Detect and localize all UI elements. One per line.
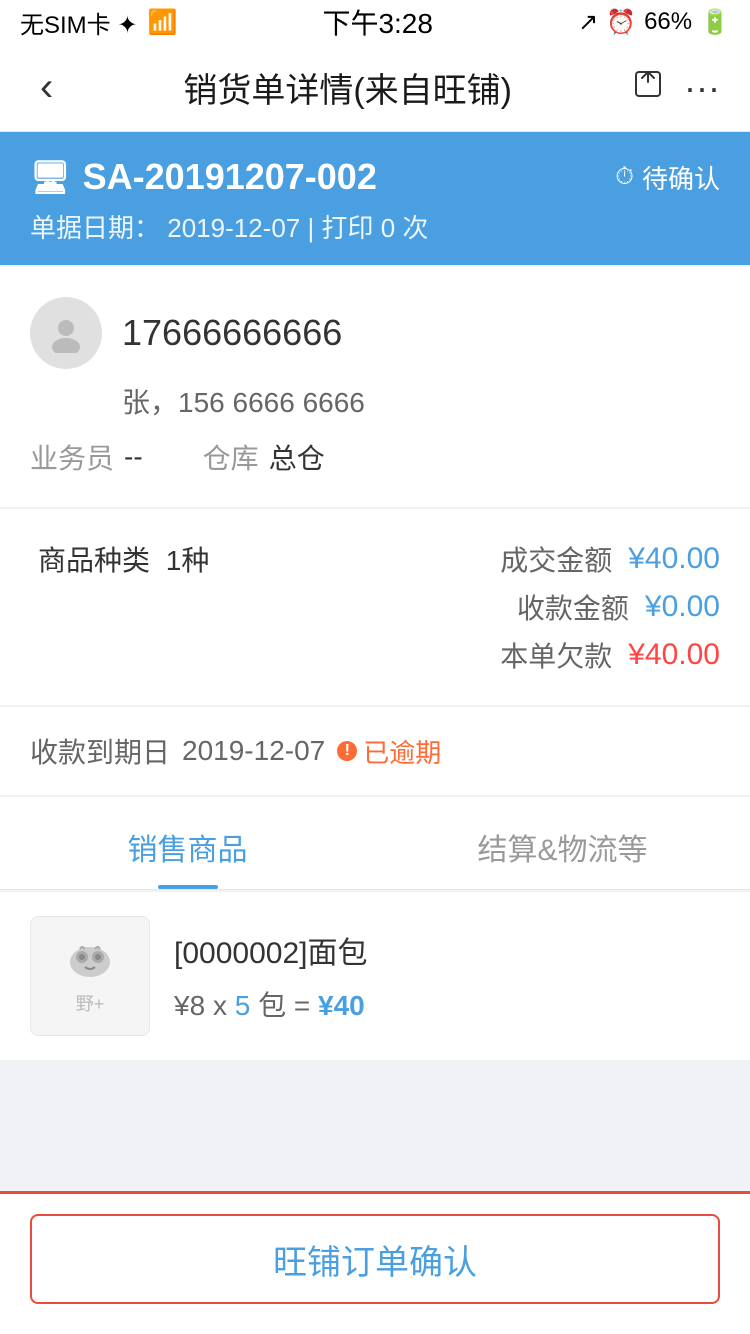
bottom-bar: 旺铺订单确认	[0, 1191, 750, 1334]
owed-amount-row: 本单欠款 ¥40.00	[500, 635, 720, 675]
order-status-text: 待确认	[642, 159, 720, 196]
customer-top: 17666666666	[30, 297, 720, 369]
salesperson-item: 业务员 --	[30, 437, 143, 477]
received-amount-row: 收款金额 ¥0.00	[517, 587, 720, 627]
overdue-dot-icon: !	[337, 741, 357, 761]
summary-right: 成交金额 ¥40.00 收款金额 ¥0.00 本单欠款 ¥40.00	[500, 539, 720, 675]
product-list: 野+ [0000002]面包 ¥8 x 5 包 = ¥40	[0, 892, 750, 1060]
tab-settlement[interactable]: 结算&物流等	[375, 797, 750, 889]
location-icon: ↗	[578, 8, 598, 37]
due-date-label: 收款到期日	[30, 731, 170, 771]
product-thumb-icon	[65, 937, 115, 986]
brand-label: 野+	[76, 990, 105, 1016]
avatar	[30, 297, 102, 369]
nav-actions: ···	[632, 67, 720, 109]
overdue-text: 已逾期	[363, 733, 441, 770]
product-types-item: 商品种类 1种	[30, 539, 209, 579]
warehouse-value: 总仓	[269, 437, 325, 477]
order-header-card: 🖥 SA-20191207-002 ⏱ 待确认 单据日期： 2019-12-07…	[0, 132, 750, 265]
due-date-value: 2019-12-07	[182, 735, 325, 767]
product-total: ¥40	[318, 990, 365, 1021]
status-right: ↗ ⏰ 66% 🔋	[578, 8, 730, 37]
summary-section: 商品种类 1种 成交金额 ¥40.00 收款金额 ¥0.00 本单欠款 ¥40.…	[0, 509, 750, 705]
owed-value: ¥40.00	[628, 638, 720, 672]
status-bar: 无SIM卡 ✦ 📶 下午3:28 ↗ ⏰ 66% 🔋	[0, 0, 750, 44]
product-name-text: 面包	[307, 937, 367, 970]
order-status-badge: ⏱ 待确认	[615, 159, 720, 196]
product-info: [0000002]面包 ¥8 x 5 包 = ¥40	[174, 928, 720, 1024]
order-id-text: SA-20191207-002	[83, 156, 377, 198]
tab-products[interactable]: 销售商品	[0, 797, 375, 889]
nav-bar: ‹ 销货单详情(来自旺铺) ···	[0, 44, 750, 132]
status-time: 下午3:28	[322, 2, 433, 42]
more-button[interactable]: ···	[684, 67, 720, 109]
order-id-icon: 🖥	[30, 158, 71, 196]
received-value: ¥0.00	[645, 590, 720, 624]
product-code: [0000002]	[174, 937, 307, 970]
table-row: 野+ [0000002]面包 ¥8 x 5 包 = ¥40	[30, 916, 720, 1036]
battery-icon: 🔋	[700, 8, 730, 37]
salesperson-label: 业务员	[30, 437, 114, 477]
product-equals: =	[294, 990, 318, 1021]
tab-products-label: 销售商品	[128, 834, 248, 867]
customer-name: 张，156 6666 6666	[30, 381, 720, 421]
share-button[interactable]	[632, 67, 664, 109]
product-multiply: x	[213, 990, 235, 1021]
product-qty: 5	[235, 990, 251, 1021]
product-price-row: ¥8 x 5 包 = ¥40	[174, 984, 720, 1024]
customer-phone: 17666666666	[122, 312, 342, 354]
warehouse-label: 仓库	[203, 437, 259, 477]
salesperson-value: --	[124, 441, 143, 473]
wifi-icon: 📶	[147, 8, 177, 37]
product-unit: 包	[258, 990, 286, 1021]
summary-left: 商品种类 1种	[30, 539, 209, 585]
product-price: ¥8	[174, 990, 205, 1021]
tabs-row: 销售商品 结算&物流等	[0, 797, 750, 890]
order-id: 🖥 SA-20191207-002	[30, 156, 377, 198]
product-thumbnail: 野+	[30, 916, 150, 1036]
owed-label: 本单欠款	[500, 635, 612, 675]
overdue-badge: ! 已逾期	[337, 733, 441, 770]
alarm-icon: ⏰	[606, 8, 636, 37]
deal-amount-label: 成交金额	[500, 539, 612, 579]
product-name: [0000002]面包	[174, 928, 720, 972]
customer-section: 17666666666 张，156 6666 6666 业务员 -- 仓库 总仓	[0, 267, 750, 507]
carrier-text: 无SIM卡 ✦	[20, 5, 137, 40]
confirm-order-button[interactable]: 旺铺订单确认	[30, 1214, 720, 1304]
page-title: 销货单详情(来自旺铺)	[183, 63, 512, 112]
deal-amount-row: 成交金额 ¥40.00	[500, 539, 720, 579]
deal-amount-value: ¥40.00	[628, 542, 720, 576]
battery-text: 66%	[644, 8, 692, 36]
product-types-label: 商品种类	[38, 545, 150, 576]
due-date-section: 收款到期日 2019-12-07 ! 已逾期	[0, 707, 750, 795]
warehouse-item: 仓库 总仓	[203, 437, 325, 477]
tab-settlement-label: 结算&物流等	[477, 834, 647, 867]
back-button[interactable]: ‹	[30, 55, 63, 120]
customer-meta: 业务员 -- 仓库 总仓	[30, 437, 720, 477]
status-carrier: 无SIM卡 ✦ 📶	[20, 5, 177, 40]
order-meta: 单据日期： 2019-12-07 | 打印 0 次	[30, 208, 720, 245]
product-types-value: 1种	[166, 545, 210, 576]
status-clock-icon: ⏱	[615, 163, 634, 191]
tabs-section: 销售商品 结算&物流等	[0, 797, 750, 890]
received-label: 收款金额	[517, 587, 629, 627]
